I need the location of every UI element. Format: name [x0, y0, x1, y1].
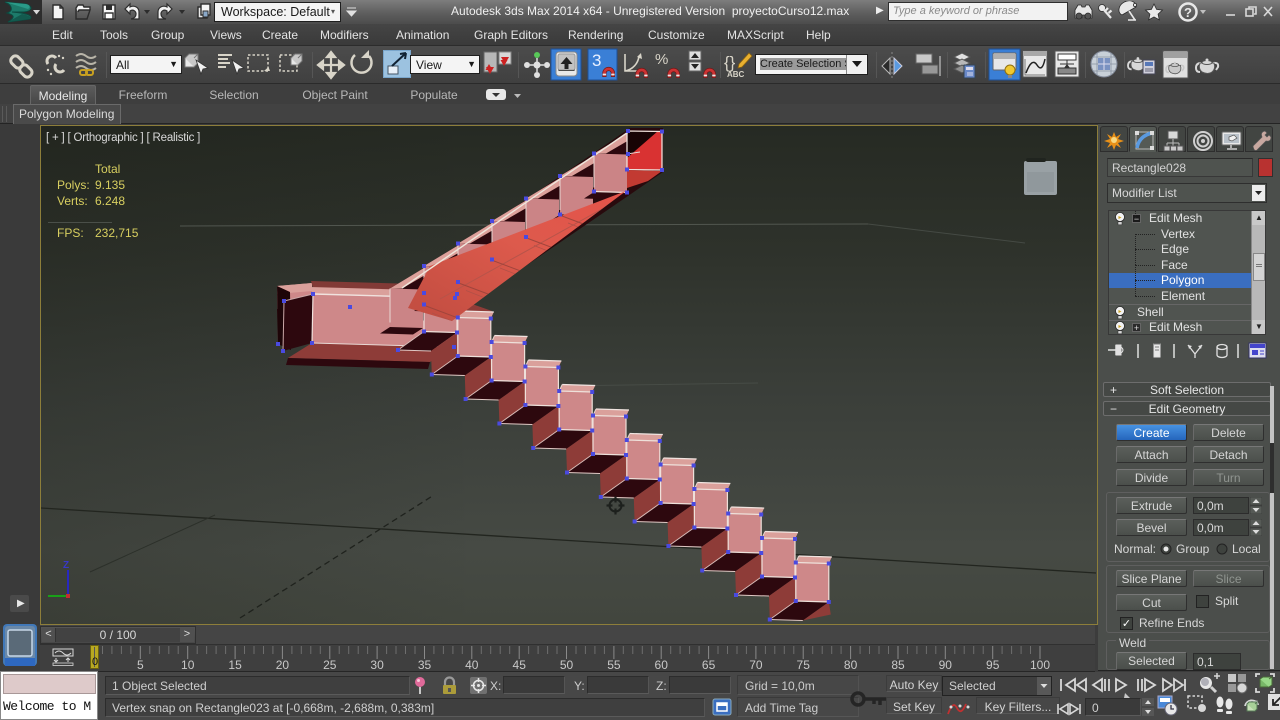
- svg-text:100: 100: [1030, 658, 1050, 672]
- svg-text:10: 10: [181, 658, 195, 672]
- svg-text:40: 40: [465, 658, 479, 672]
- svg-text:50: 50: [560, 658, 574, 672]
- svg-text:95: 95: [986, 658, 1000, 672]
- svg-text:25: 25: [323, 658, 337, 672]
- svg-text:85: 85: [891, 658, 905, 672]
- svg-text:%: %: [655, 51, 668, 68]
- svg-text:30: 30: [370, 658, 384, 672]
- svg-text:?: ?: [1184, 5, 1192, 20]
- svg-text:75: 75: [797, 658, 811, 672]
- svg-text:15: 15: [228, 658, 242, 672]
- svg-text:90: 90: [939, 658, 953, 672]
- svg-text:ABC: ABC: [727, 70, 745, 79]
- svg-text:20: 20: [276, 658, 290, 672]
- svg-text:55: 55: [607, 658, 621, 672]
- svg-text:60: 60: [655, 658, 669, 672]
- svg-text:80: 80: [844, 658, 858, 672]
- svg-text:70: 70: [749, 658, 763, 672]
- svg-text:Z: Z: [63, 560, 69, 571]
- svg-text:5: 5: [137, 658, 144, 672]
- svg-text:45: 45: [513, 658, 527, 672]
- svg-text:3: 3: [592, 51, 601, 70]
- svg-text:65: 65: [702, 658, 716, 672]
- svg-text:35: 35: [418, 658, 432, 672]
